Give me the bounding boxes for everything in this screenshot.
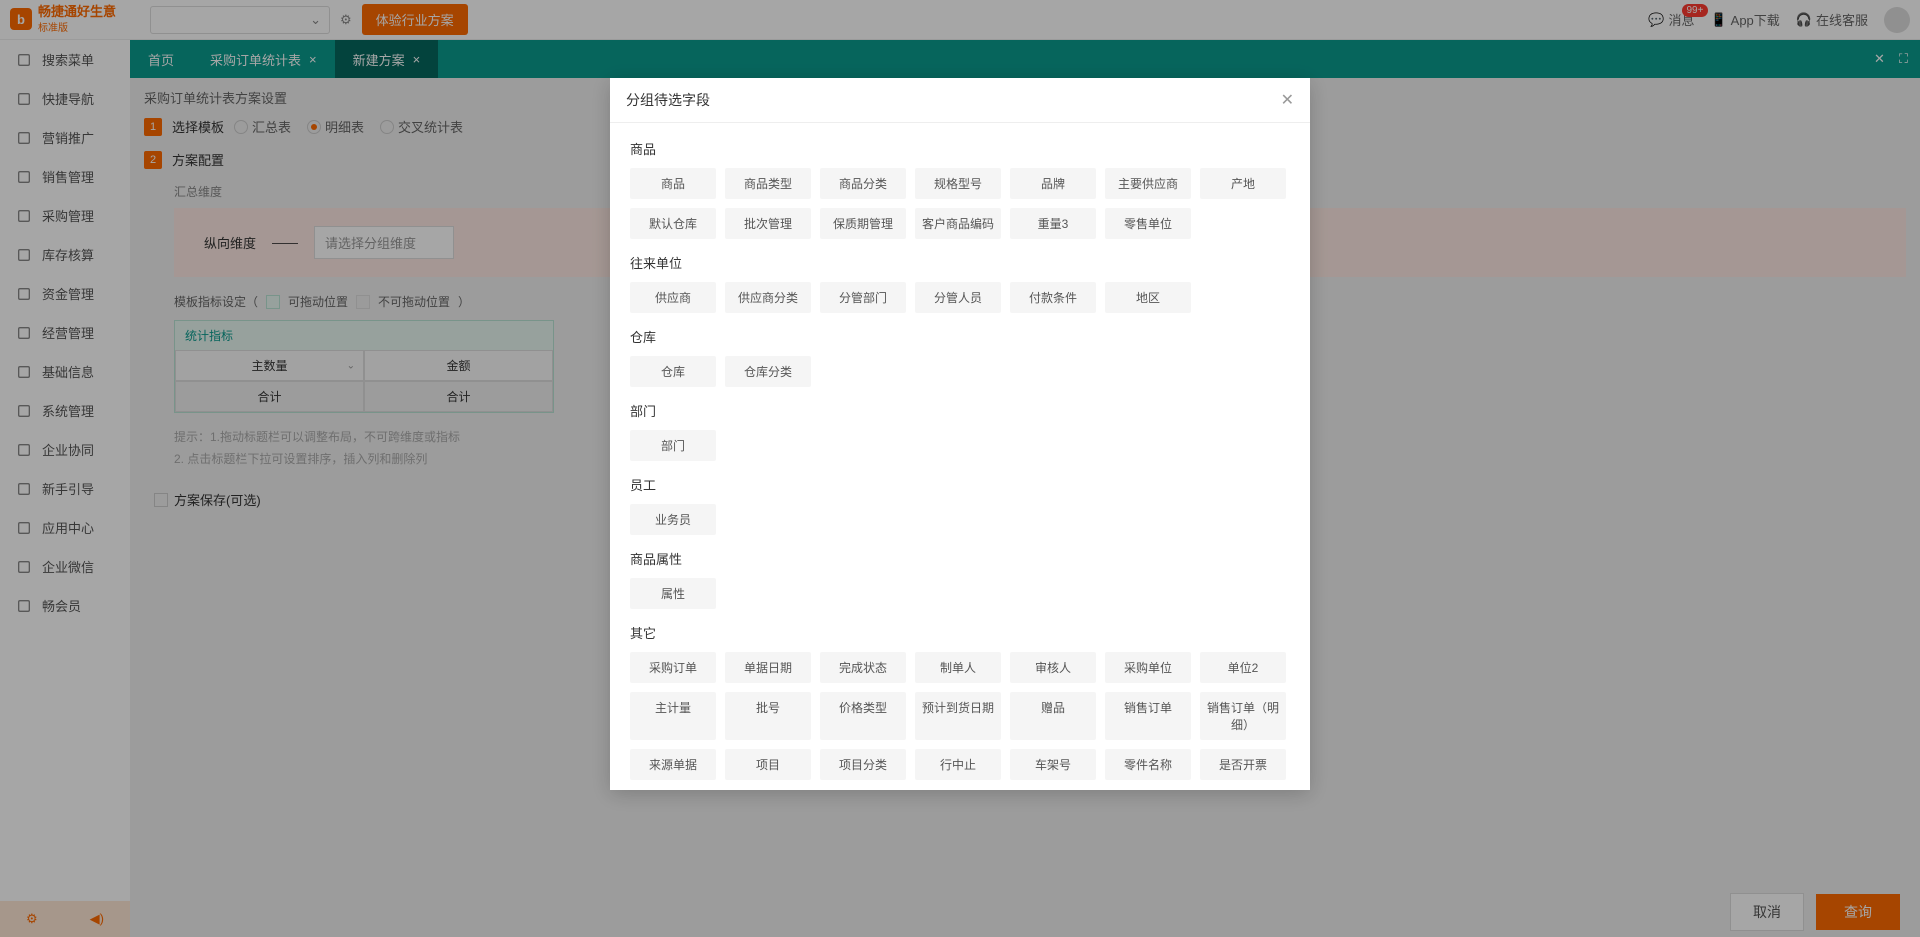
field-chip[interactable]: 商品类型 xyxy=(725,168,811,199)
field-chip[interactable]: 单位2 xyxy=(1200,652,1286,683)
field-chip[interactable]: 分管人员 xyxy=(915,282,1001,313)
field-chip[interactable]: 完成状态 xyxy=(820,652,906,683)
field-chip[interactable]: 预计到货日期 xyxy=(915,692,1001,740)
field-chip[interactable]: 重量3 xyxy=(1010,208,1096,239)
field-chip[interactable]: 仓库分类 xyxy=(725,356,811,387)
field-chip[interactable]: 品牌 xyxy=(1010,168,1096,199)
field-group-chips: 部门 xyxy=(630,430,1290,461)
field-group-title: 商品 xyxy=(630,139,1290,158)
field-group-chips: 业务员 xyxy=(630,504,1290,535)
field-chip[interactable]: 零件名称 xyxy=(1105,749,1191,780)
field-chip[interactable]: 地区 xyxy=(1105,282,1191,313)
field-chip[interactable]: 批号 xyxy=(725,692,811,740)
field-chip[interactable]: 销售订单 xyxy=(1105,692,1191,740)
field-chip[interactable]: 付款条件 xyxy=(1010,282,1096,313)
field-chip[interactable]: 部门 xyxy=(630,430,716,461)
field-chip[interactable]: 商品分类 xyxy=(820,168,906,199)
field-chip[interactable]: 价格类型 xyxy=(820,692,906,740)
field-chip[interactable]: 来源单据 xyxy=(630,749,716,780)
field-chip[interactable]: 业务员 xyxy=(630,504,716,535)
field-chip[interactable]: 是否开票 xyxy=(1200,749,1286,780)
field-chip[interactable]: 供应商 xyxy=(630,282,716,313)
field-chip[interactable]: 保质期管理 xyxy=(820,208,906,239)
field-selector-modal: 分组待选字段 ✕ 商品商品商品类型商品分类规格型号品牌主要供应商产地默认仓库批次… xyxy=(610,78,1310,790)
field-chip[interactable]: 客户商品编码 xyxy=(915,208,1001,239)
field-chip[interactable]: 规格型号 xyxy=(915,168,1001,199)
field-chip[interactable]: 默认仓库 xyxy=(630,208,716,239)
field-chip[interactable]: 项目 xyxy=(725,749,811,780)
field-chip[interactable]: 行中止 xyxy=(915,749,1001,780)
field-chip[interactable]: 项目分类 xyxy=(820,749,906,780)
modal-close-icon[interactable]: ✕ xyxy=(1281,90,1294,110)
field-chip[interactable]: 采购订单 xyxy=(630,652,716,683)
field-group-title: 其它 xyxy=(630,623,1290,642)
field-group-title: 仓库 xyxy=(630,327,1290,346)
field-chip[interactable]: 单据日期 xyxy=(725,652,811,683)
field-chip[interactable]: 商品 xyxy=(630,168,716,199)
field-group-chips: 仓库仓库分类 xyxy=(630,356,1290,387)
field-chip[interactable]: 制单人 xyxy=(915,652,1001,683)
field-chip[interactable]: 批次管理 xyxy=(725,208,811,239)
field-chip[interactable]: 主计量 xyxy=(630,692,716,740)
modal-header: 分组待选字段 ✕ xyxy=(610,78,1310,123)
modal-title: 分组待选字段 xyxy=(626,90,710,110)
field-chip[interactable]: 供应商分类 xyxy=(725,282,811,313)
field-chip[interactable]: 属性 xyxy=(630,578,716,609)
field-chip[interactable]: 销售订单（明细） xyxy=(1200,692,1286,740)
field-group-chips: 商品商品类型商品分类规格型号品牌主要供应商产地默认仓库批次管理保质期管理客户商品… xyxy=(630,168,1290,239)
field-group-chips: 属性 xyxy=(630,578,1290,609)
field-chip[interactable]: 主要供应商 xyxy=(1105,168,1191,199)
field-chip[interactable]: 产地 xyxy=(1200,168,1286,199)
field-chip[interactable]: 采购单位 xyxy=(1105,652,1191,683)
field-group-title: 部门 xyxy=(630,401,1290,420)
field-group-title: 商品属性 xyxy=(630,549,1290,568)
field-chip[interactable]: 审核人 xyxy=(1010,652,1096,683)
field-group-chips: 供应商供应商分类分管部门分管人员付款条件地区 xyxy=(630,282,1290,313)
field-chip[interactable]: 仓库 xyxy=(630,356,716,387)
field-chip[interactable]: 车架号 xyxy=(1010,749,1096,780)
field-group-title: 员工 xyxy=(630,475,1290,494)
field-chip[interactable]: 分管部门 xyxy=(820,282,906,313)
field-group-chips: 采购订单单据日期完成状态制单人审核人采购单位单位2 主计量批号价格类型预计到货日期… xyxy=(630,652,1290,780)
field-chip[interactable]: 赠品 xyxy=(1010,692,1096,740)
modal-body[interactable]: 商品商品商品类型商品分类规格型号品牌主要供应商产地默认仓库批次管理保质期管理客户… xyxy=(610,123,1310,790)
field-group-title: 往来单位 xyxy=(630,253,1290,272)
field-chip[interactable]: 零售单位 xyxy=(1105,208,1191,239)
